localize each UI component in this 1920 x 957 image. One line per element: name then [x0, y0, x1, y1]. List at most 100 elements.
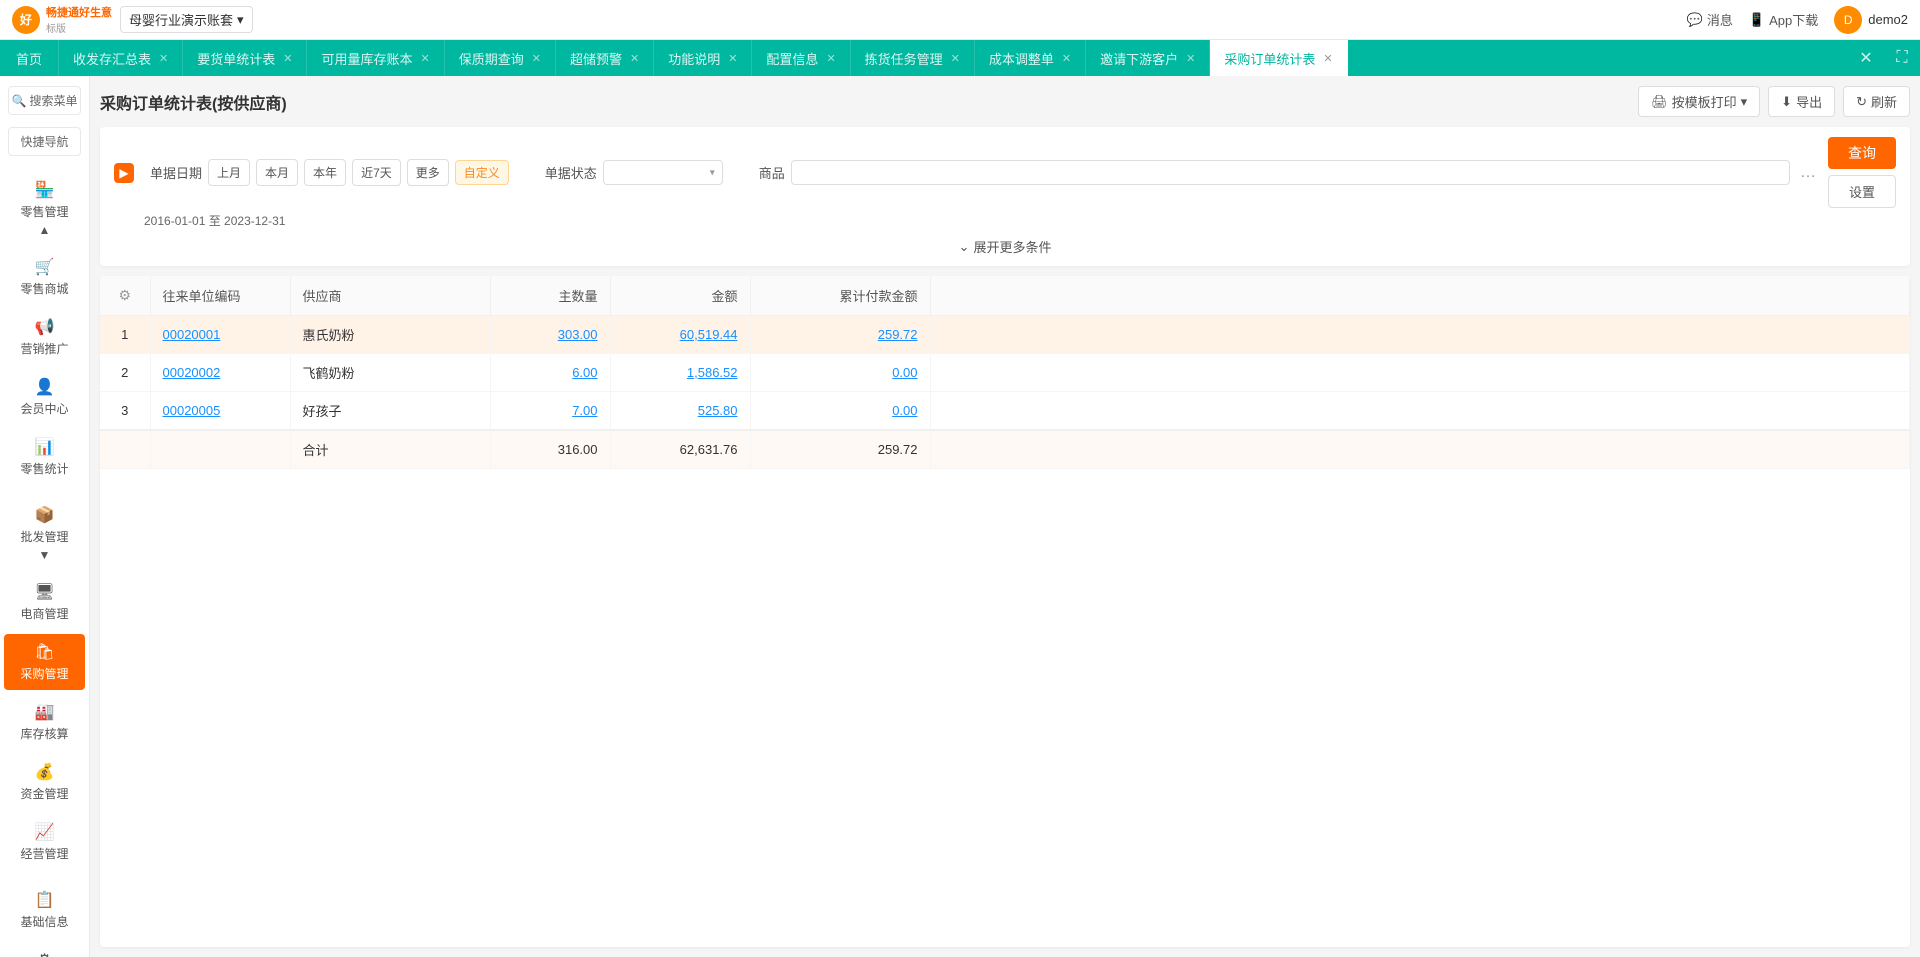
sidebar-item-xitonguanli[interactable]: ⚙ 系统管理: [0, 940, 89, 957]
user-menu[interactable]: D demo2: [1834, 6, 1908, 34]
cell-amount-2: 1,586.52: [610, 354, 750, 392]
col-header-supplier: 供应商: [290, 276, 490, 316]
code-link-3[interactable]: 00020005: [163, 403, 221, 418]
tab-close-icon[interactable]: ✕: [1186, 52, 1195, 65]
query-btn[interactable]: 查询: [1828, 137, 1896, 169]
shortcut-nav-btn[interactable]: 快捷导航: [8, 127, 81, 156]
tab-close-icon[interactable]: ✕: [826, 52, 835, 65]
amount-link-1[interactable]: 60,519.44: [680, 327, 738, 342]
sidebar-item-jichuxinxi[interactable]: 📋 基础信息: [0, 880, 89, 940]
stats-icon: 📊: [35, 437, 55, 457]
cell-qty-1: 303.00: [490, 316, 610, 354]
amount-link-3[interactable]: 525.80: [698, 403, 738, 418]
ecommerce-icon: 🖥: [34, 582, 54, 602]
print-btn[interactable]: 🖨 按模板打印 ▾: [1638, 86, 1760, 117]
filter-row-1: ▶ 单据日期 上月 本月 本年 近7天 更多 自定义 单据状态: [114, 137, 1896, 208]
filter-area: ▶ 单据日期 上月 本月 本年 近7天 更多 自定义 单据状态: [100, 127, 1910, 266]
tab-chengbentiaoz[interactable]: 成本调整单 ✕: [975, 40, 1086, 76]
tab-close-icon[interactable]: ✕: [1323, 52, 1332, 65]
sidebar-item-pifaguanli[interactable]: 📦 批发管理 ▼: [0, 495, 89, 572]
retail-icon: 🏪: [35, 180, 55, 200]
sidebar-item-zijinguanli[interactable]: 💰 资金管理: [0, 752, 89, 812]
date-btn-custom[interactable]: 自定义: [455, 160, 509, 185]
app-download-btn[interactable]: 📱 App下载: [1749, 10, 1818, 29]
wholesale-icon: 📦: [35, 505, 55, 525]
tab-chaochuyujing[interactable]: 超储预警 ✕: [556, 40, 654, 76]
sidebar-item-lingshoutongji[interactable]: 📊 零售统计: [0, 427, 89, 487]
date-btn-this-month[interactable]: 本月: [256, 159, 298, 186]
sidebar-item-kukucunhejue[interactable]: 🏭 库存核算: [0, 692, 89, 752]
sidebar-item-lingshoushangcheng[interactable]: 🛒 零售商城: [0, 247, 89, 307]
workspace-selector[interactable]: 母婴行业演示账套 ▾: [120, 6, 253, 33]
status-select[interactable]: [603, 160, 723, 185]
inventory-icon: 🏭: [35, 702, 55, 722]
tab-shoufahuizonggbiao[interactable]: 收发存汇总表 ✕: [59, 40, 183, 76]
refresh-btn[interactable]: ↻ 刷新: [1843, 86, 1910, 117]
tab-pihuo[interactable]: 拣货任务管理 ✕: [851, 40, 975, 76]
operations-icon: 📈: [35, 822, 55, 842]
sidebar-item-jingyngguanli[interactable]: 📈 经营管理: [0, 812, 89, 872]
qty-link-1[interactable]: 303.00: [558, 327, 598, 342]
shop-icon: 🛒: [35, 257, 55, 277]
system-icon: ⚙: [37, 950, 51, 957]
date-btn-7days[interactable]: 近7天: [352, 159, 401, 186]
cell-paid-1: 259.72: [750, 316, 930, 354]
sidebar-item-lingshougguanli[interactable]: 🏪 零售管理 ▲: [0, 170, 89, 247]
goods-input-more-icon[interactable]: …: [1800, 164, 1816, 182]
col-header-qty: 主数量: [490, 276, 610, 316]
tab-close-icon[interactable]: ✕: [630, 52, 639, 65]
code-link-1[interactable]: 00020001: [163, 327, 221, 342]
tab-close-icon[interactable]: ✕: [1062, 52, 1071, 65]
tab-yaoqing[interactable]: 邀请下游客户 ✕: [1086, 40, 1210, 76]
sidebar-item-diansguanli[interactable]: 🖥 电商管理: [0, 572, 89, 632]
tab-gongnengshuo[interactable]: 功能说明 ✕: [654, 40, 752, 76]
tab-close-icon[interactable]: ✕: [951, 52, 960, 65]
tab-home[interactable]: 首页: [0, 40, 59, 76]
sidebar-item-huiyuanzhongxin[interactable]: 👤 会员中心: [0, 367, 89, 427]
date-btn-prev-month[interactable]: 上月: [208, 159, 250, 186]
code-link-2[interactable]: 00020002: [163, 365, 221, 380]
sidebar-item-caigouguanli[interactable]: 🛍 采购管理: [4, 634, 85, 690]
export-btn[interactable]: ⬇ 导出: [1768, 86, 1835, 117]
tab-maximize-btn[interactable]: ⛶: [1884, 40, 1920, 76]
messages-btn[interactable]: 💬 消息: [1687, 10, 1733, 29]
paid-link-3[interactable]: 0.00: [892, 403, 917, 418]
dropdown-arrow-icon: ▾: [1741, 94, 1748, 110]
chevron-down-icon-2: ⌄: [959, 239, 970, 255]
cell-amount-3: 525.80: [610, 392, 750, 431]
tab-close-all-btn[interactable]: ✕: [1848, 40, 1884, 76]
refresh-icon: ↻: [1856, 94, 1867, 110]
search-icon: 🔍: [12, 94, 27, 108]
paid-link-2[interactable]: 0.00: [892, 365, 917, 380]
table-settings-icon[interactable]: ⚙: [118, 287, 131, 303]
expand-arrow-icon: ▲: [39, 223, 51, 237]
search-menu-btn[interactable]: 🔍 搜索菜单: [8, 86, 81, 115]
qty-link-3[interactable]: 7.00: [572, 403, 597, 418]
cell-supplier-1: 惠氏奶粉: [290, 316, 490, 354]
qty-link-2[interactable]: 6.00: [572, 365, 597, 380]
tab-baozhiqichaxun[interactable]: 保质期查询 ✕: [445, 40, 556, 76]
tab-yaohuodantongjibiao[interactable]: 要货单统计表 ✕: [183, 40, 307, 76]
tab-close-icon[interactable]: ✕: [283, 52, 292, 65]
expand-more-btn[interactable]: ⌄ 展开更多条件: [959, 237, 1052, 256]
amount-link-2[interactable]: 1,586.52: [687, 365, 738, 380]
tab-close-icon[interactable]: ✕: [532, 52, 541, 65]
tab-close-icon[interactable]: ✕: [159, 52, 168, 65]
tab-caigoutongji[interactable]: 采购订单统计表 ✕: [1210, 40, 1347, 76]
col-header-code: 往来单位编码: [150, 276, 290, 316]
tab-close-icon[interactable]: ✕: [728, 52, 737, 65]
goods-input[interactable]: [791, 160, 1790, 185]
member-icon: 👤: [35, 377, 55, 397]
nav-tabs: 首页 收发存汇总表 ✕ 要货单统计表 ✕ 可用量库存账本 ✕ 保质期查询 ✕ 超…: [0, 40, 1920, 76]
status-select-wrapper: [603, 160, 723, 185]
tab-peizhi[interactable]: 配置信息 ✕: [752, 40, 850, 76]
tab-close-icon[interactable]: ✕: [421, 52, 430, 65]
tab-keyongliangrezhangben[interactable]: 可用量库存账本 ✕: [307, 40, 444, 76]
date-btn-this-year[interactable]: 本年: [304, 159, 346, 186]
date-btn-more[interactable]: 更多: [407, 159, 449, 186]
expand-toggle-btn[interactable]: ▶: [114, 163, 134, 183]
footer-row: 合计 316.00 62,631.76 259.72: [100, 430, 1910, 469]
settings-btn[interactable]: 设置: [1828, 175, 1896, 208]
paid-link-1[interactable]: 259.72: [878, 327, 918, 342]
sidebar-item-yingxiaotugguang[interactable]: 📢 营销推广: [0, 307, 89, 367]
